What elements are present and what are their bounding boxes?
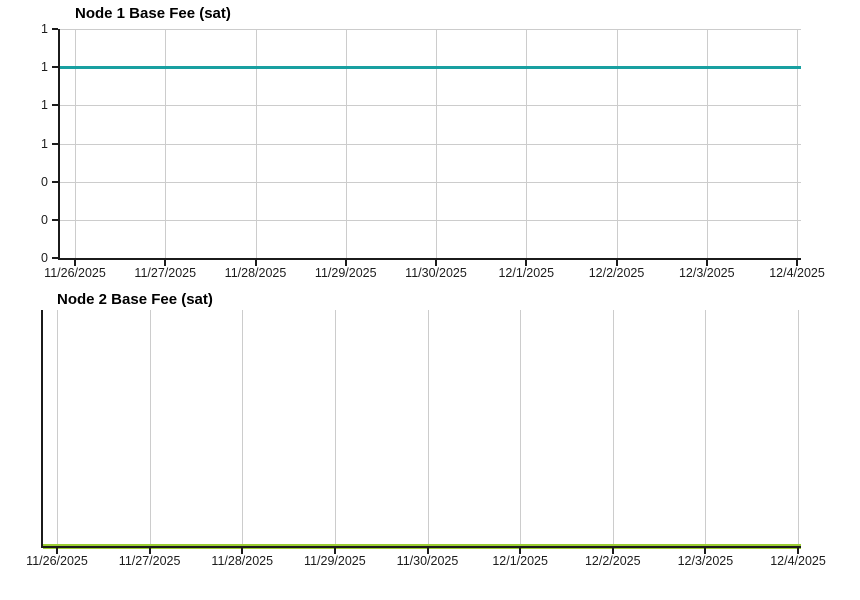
x-tick-mark [704,548,707,554]
y-tick-label: 1 [41,22,48,36]
y-tick-label: 1 [41,136,48,151]
y-tick-mark [52,66,58,69]
y-tick-label: 0 [41,212,48,227]
x-tick-mark [705,260,708,266]
y-tick-mark [52,142,58,145]
v-gridline [334,310,336,546]
y-tick-label: 0 [41,251,48,265]
x-axis-line [60,258,801,260]
x-tick-mark [344,260,347,266]
x-tick-mark [797,548,799,554]
h-gridline [60,181,801,183]
x-tick-mark [333,548,336,554]
x-tick-mark [525,260,528,266]
x-tick-mark [611,548,614,554]
x-tick-mark [796,260,798,266]
v-gridline [520,310,522,546]
x-tick-label: 12/3/2025 [677,554,734,568]
fee-charts-page: Node 1 Base Fee (sat) 11/26/2025 11/27/20… [0,0,860,600]
chart-node1-base-fee: Node 1 Base Fee (sat) 11/26/2025 11/27/20… [0,0,860,285]
y-axis-line [58,29,60,260]
x-tick-label: 12/2/2025 [588,266,645,280]
x-tick-mark [164,260,167,266]
x-tick-label: 11/26/2025 [44,266,106,280]
chart-title-node1: Node 1 Base Fee (sat) [75,5,231,22]
x-tick-label: 11/30/2025 [405,266,467,280]
x-tick-label: 11/29/2025 [314,266,377,280]
x-tick-label: 11/29/2025 [304,554,366,568]
plot-area-node1: 11/26/2025 11/27/2025 11/28/2025 11/29/2025… [41,22,825,280]
x-tick-label: 11/30/2025 [396,554,459,568]
x-tick-label: 11/28/2025 [224,266,287,280]
x-tick-label: 12/2/2025 [584,554,641,568]
v-gridline [57,310,58,546]
v-gridline [427,310,429,546]
v-gridline [612,310,614,546]
y-tick-mark [52,104,58,107]
x-tick-label: 12/4/2025 [769,266,825,280]
h-gridline [60,105,801,107]
y-tick-mark [52,257,58,259]
x-tick-mark [241,548,244,554]
y-tick-label: 1 [41,98,48,113]
x-tick-label: 11/27/2025 [118,554,181,568]
y-tick-mark [52,28,58,30]
x-tick-mark [426,548,429,554]
y-tick-label: 0 [41,174,48,189]
x-tick-mark [56,548,58,554]
h-gridline [60,219,801,221]
x-tick-label: 11/27/2025 [134,266,197,280]
x-tick-mark [519,548,522,554]
x-tick-mark [435,260,437,266]
x-tick-label: 11/28/2025 [211,554,274,568]
x-tick-label: 12/3/2025 [678,266,735,280]
h-gridline [60,29,801,30]
x-tick-label: 11/26/2025 [26,554,88,568]
y-tick-mark [52,180,58,183]
y-tick-label: 1 [41,60,48,75]
x-axis-line [43,546,801,548]
chart-title-node2: Node 2 Base Fee (sat) [57,291,213,308]
x-tick-label: 12/4/2025 [770,554,826,568]
v-gridline [705,310,707,546]
x-tick-mark [148,548,151,554]
y-axis-line [41,310,43,548]
v-gridline [149,310,151,546]
x-tick-mark [74,260,76,266]
y-tick-mark [52,218,58,221]
v-gridline [798,310,799,546]
chart-node2-base-fee: Node 2 Base Fee (sat) 11/26/2025 11/27/20… [0,285,860,600]
x-tick-label: 12/1/2025 [492,554,548,568]
plot-area-node2: 11/26/2025 11/27/2025 11/28/2025 11/29/2025… [26,310,826,568]
x-tick-mark [615,260,618,266]
h-gridline [60,143,801,145]
data-line-node1 [60,65,801,69]
x-tick-mark [254,260,257,266]
x-tick-label: 12/1/2025 [498,266,555,280]
v-gridline [242,310,244,546]
